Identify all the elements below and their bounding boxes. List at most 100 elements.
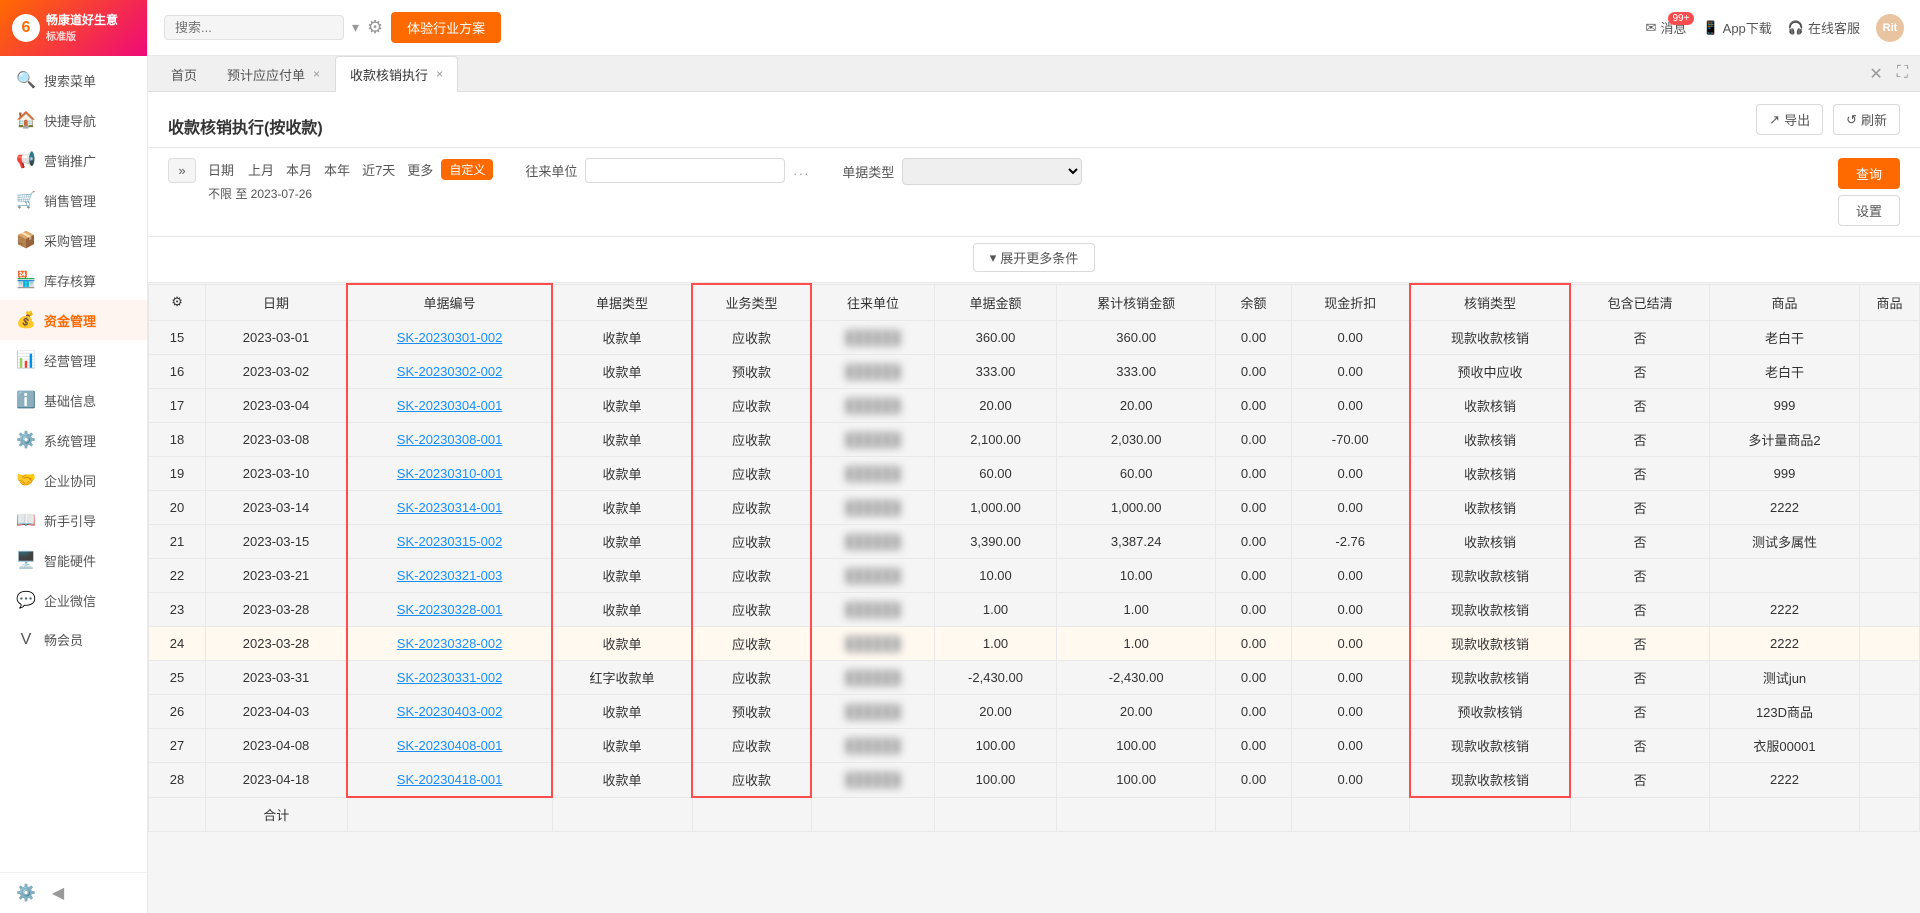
sidebar-item-quick[interactable]: 🏠快捷导航 xyxy=(0,100,147,140)
tabbar: 首页 预计应应付单 × 收款核销执行 × ✕ ⛶ xyxy=(148,56,1920,92)
cell-amount-27: 100.00 xyxy=(934,729,1056,763)
export-button[interactable]: ↗ 导出 xyxy=(1756,104,1823,135)
sidebar-item-wechat[interactable]: 💬企业微信 xyxy=(0,580,147,620)
message-button[interactable]: ✉ 消息 99+ xyxy=(1646,18,1687,37)
collection-tab-close[interactable]: × xyxy=(436,67,443,81)
tab-prepay[interactable]: 预计应应付单 × xyxy=(212,56,335,92)
filter-partner-section: 往来单位 ... xyxy=(525,158,810,183)
sidebar-item-search[interactable]: 🔍搜索菜单 xyxy=(0,60,147,100)
last-7-days-btn[interactable]: 近7天 xyxy=(358,158,399,181)
table-row: 252023-03-31SK-20230331-002红字收款单应收款█████… xyxy=(149,661,1920,695)
search-input[interactable] xyxy=(164,15,344,40)
industry-plan-button[interactable]: 体验行业方案 xyxy=(391,12,501,43)
sidebar-item-operations[interactable]: 📊经营管理 xyxy=(0,340,147,380)
sidebar-item-enterprise[interactable]: 🤝企业协同 xyxy=(0,460,147,500)
cell-partner-25: ██████ xyxy=(811,661,934,695)
cell-goods2-15 xyxy=(1860,321,1920,355)
tab-home[interactable]: 首页 xyxy=(156,56,212,92)
query-button[interactable]: 查询 xyxy=(1838,158,1900,189)
expand-more-label: 展开更多条件 xyxy=(1000,248,1078,267)
partner-dots: ... xyxy=(793,163,810,178)
sidebar-item-inventory[interactable]: 🏪库存核算 xyxy=(0,260,147,300)
custom-date-btn[interactable]: 自定义 xyxy=(441,159,493,180)
sidebar-item-hardware[interactable]: 🖥️智能硬件 xyxy=(0,540,147,580)
fullscreen-icon[interactable]: ⛶ xyxy=(1893,62,1912,86)
cell-include_settled-22: 否 xyxy=(1570,559,1709,593)
chevron-down-icon: ▾ xyxy=(990,250,997,266)
doctype-select[interactable] xyxy=(902,158,1082,185)
sidebar-item-system[interactable]: ⚙️系统管理 xyxy=(0,420,147,460)
gear-icon[interactable]: ⚙ xyxy=(367,17,383,38)
this-year-btn[interactable]: 本年 xyxy=(320,158,354,181)
cell-goods-17: 999 xyxy=(1709,389,1859,423)
filter-expand-button[interactable]: » xyxy=(168,158,196,183)
collapse-icon[interactable]: ◀ xyxy=(52,883,64,903)
total-row: 合计 xyxy=(149,797,1920,831)
sidebar-item-label: 经营管理 xyxy=(44,351,96,370)
close-tab-icon[interactable]: ✕ xyxy=(1865,62,1886,86)
total-cell-amount xyxy=(934,797,1056,831)
refresh-button[interactable]: ↺ 刷新 xyxy=(1833,104,1900,135)
prepay-tab-label: 预计应应付单 xyxy=(227,65,305,84)
user-avatar-area[interactable]: Rit xyxy=(1876,14,1904,42)
col-header-cancel_type: 核销类型 xyxy=(1410,284,1571,321)
sidebar-item-guide[interactable]: 📖新手引导 xyxy=(0,500,147,540)
export-icon: ↗ xyxy=(1769,112,1780,128)
sidebar-item-member[interactable]: V畅会员 xyxy=(0,620,147,659)
sidebar-item-sales[interactable]: 🛒销售管理 xyxy=(0,180,147,220)
cell-amount-22: 10.00 xyxy=(934,559,1056,593)
app-download-button[interactable]: 📱 App下载 xyxy=(1702,18,1771,37)
chevron-down-icon[interactable]: ▾ xyxy=(352,19,359,36)
settings-icon[interactable]: ⚙️ xyxy=(16,883,36,903)
cell-include_settled-28: 否 xyxy=(1570,763,1709,798)
finance-icon: 💰 xyxy=(16,310,36,330)
sidebar-item-marketing[interactable]: 📢营销推广 xyxy=(0,140,147,180)
cell-doc_type-24: 收款单 xyxy=(552,627,692,661)
sidebar-item-purchase[interactable]: 📦采购管理 xyxy=(0,220,147,260)
cell-partner-17: ██████ xyxy=(811,389,934,423)
this-month-btn[interactable]: 本月 xyxy=(282,158,316,181)
sidebar-item-finance[interactable]: 💰资金管理 xyxy=(0,300,147,340)
col-header-cumulative: 累计核销金额 xyxy=(1057,284,1216,321)
total-cell-date: 合计 xyxy=(206,797,348,831)
search-icon: 🔍 xyxy=(16,70,36,90)
cell-date-19: 2023-03-10 xyxy=(206,457,348,491)
cell-discount-27: 0.00 xyxy=(1291,729,1409,763)
tab-collection[interactable]: 收款核销执行 × xyxy=(335,56,458,92)
cell-doc_type-16: 收款单 xyxy=(552,355,692,389)
last-month-btn[interactable]: 上月 xyxy=(244,158,278,181)
col-header-settings[interactable]: ⚙ xyxy=(149,284,206,321)
cell-doc_type-15: 收款单 xyxy=(552,321,692,355)
cell-amount-21: 3,390.00 xyxy=(934,525,1056,559)
cell-partner-27: ██████ xyxy=(811,729,934,763)
cell-settings-15: 15 xyxy=(149,321,206,355)
more-date-btn[interactable]: 更多 xyxy=(403,158,437,181)
cell-cumulative-15: 360.00 xyxy=(1057,321,1216,355)
filter-settings-button[interactable]: 设置 xyxy=(1838,195,1900,226)
doctype-filter-label: 单据类型 xyxy=(842,162,894,181)
sidebar-item-label: 基础信息 xyxy=(44,391,96,410)
cell-date-26: 2023-04-03 xyxy=(206,695,348,729)
cell-biz_type-20: 应收款 xyxy=(692,491,811,525)
basic-icon: ℹ️ xyxy=(16,390,36,410)
total-cell-discount xyxy=(1291,797,1409,831)
table-container: ⚙日期单据编号单据类型业务类型往来单位单据金额累计核销金额余额现金折扣核销类型包… xyxy=(148,283,1920,832)
partner-input[interactable] xyxy=(585,158,785,183)
online-service-button[interactable]: 🎧 在线客服 xyxy=(1788,18,1860,37)
cell-balance-16: 0.00 xyxy=(1216,355,1292,389)
total-cell-cancel_type xyxy=(1410,797,1571,831)
cell-balance-19: 0.00 xyxy=(1216,457,1292,491)
cell-cancel_type-23: 现款收款核销 xyxy=(1410,593,1571,627)
cell-cancel_type-17: 收款核销 xyxy=(1410,389,1571,423)
cell-amount-15: 360.00 xyxy=(934,321,1056,355)
cell-goods-18: 多计量商品2 xyxy=(1709,423,1859,457)
cell-goods-19: 999 xyxy=(1709,457,1859,491)
topbar-right: ✉ 消息 99+ 📱 App下载 🎧 在线客服 Rit xyxy=(1646,14,1904,42)
col-header-include_settled: 包含已结清 xyxy=(1570,284,1709,321)
cell-discount-24: 0.00 xyxy=(1291,627,1409,661)
expand-more-button[interactable]: ▾ 展开更多条件 xyxy=(973,243,1096,272)
cell-partner-26: ██████ xyxy=(811,695,934,729)
cell-discount-22: 0.00 xyxy=(1291,559,1409,593)
prepay-tab-close[interactable]: × xyxy=(313,67,320,81)
sidebar-item-basic[interactable]: ℹ️ 基础信息 xyxy=(0,380,147,420)
